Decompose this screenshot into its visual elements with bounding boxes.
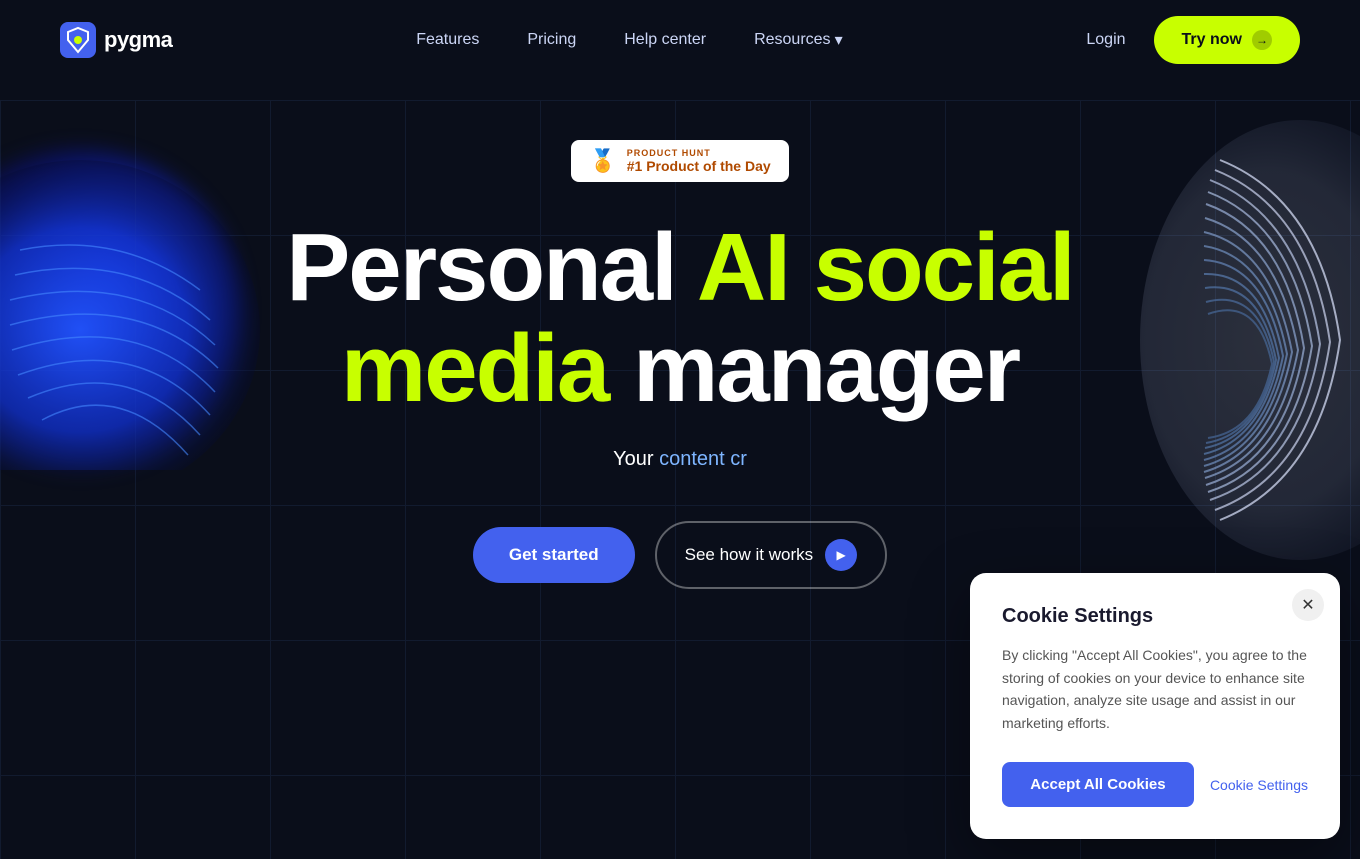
- hero-section: 🏅 PRODUCT HUNT #1 Product of the Day Per…: [0, 80, 1360, 589]
- logo[interactable]: pygma: [60, 22, 172, 58]
- headline-manager: manager: [633, 315, 1019, 422]
- cookie-settings-link[interactable]: Cookie Settings: [1210, 777, 1308, 793]
- nav-right: Login Try now →: [1086, 16, 1300, 64]
- sub-white: Your: [613, 448, 653, 470]
- ph-label: PRODUCT HUNT: [627, 148, 771, 158]
- nav-links: Features Pricing Help center Resources ▾: [416, 30, 842, 50]
- headline-line2: media manager: [286, 319, 1073, 420]
- try-now-button[interactable]: Try now →: [1154, 16, 1300, 64]
- hero-subtext: Your content cr: [613, 448, 747, 471]
- play-icon: ▶: [825, 539, 857, 571]
- arrow-right-icon: →: [1252, 30, 1272, 50]
- headline-ai-social: AI social: [697, 214, 1074, 321]
- cookie-modal: ✕ Cookie Settings By clicking "Accept Al…: [970, 573, 1340, 839]
- cookie-description: By clicking "Accept All Cookies", you ag…: [1002, 644, 1308, 734]
- nav-resources[interactable]: Resources ▾: [754, 30, 843, 50]
- headline-media: media: [341, 315, 608, 422]
- cta-row: Get started See how it works ▶: [473, 521, 887, 589]
- hero-headline: Personal AI social media manager: [286, 218, 1073, 420]
- product-hunt-badge: 🏅 PRODUCT HUNT #1 Product of the Day: [571, 140, 788, 182]
- chevron-down-icon: ▾: [835, 30, 843, 50]
- sub-highlight: content cr: [659, 448, 747, 470]
- get-started-button[interactable]: Get started: [473, 527, 635, 583]
- navbar: pygma Features Pricing Help center Resou…: [0, 0, 1360, 80]
- cookie-actions: Accept All Cookies Cookie Settings: [1002, 762, 1308, 807]
- headline-personal: Personal: [286, 214, 676, 321]
- pygma-logo-icon: [60, 22, 96, 58]
- cookie-close-button[interactable]: ✕: [1292, 589, 1324, 621]
- login-link[interactable]: Login: [1086, 31, 1125, 49]
- ph-text: PRODUCT HUNT #1 Product of the Day: [627, 148, 771, 174]
- logo-text: pygma: [104, 27, 172, 53]
- accept-all-cookies-button[interactable]: Accept All Cookies: [1002, 762, 1194, 807]
- cookie-title: Cookie Settings: [1002, 605, 1308, 628]
- nav-features[interactable]: Features: [416, 31, 479, 49]
- cookie-overlay: ✕ Cookie Settings By clicking "Accept Al…: [970, 573, 1340, 839]
- medal-icon: 🏅: [589, 148, 616, 174]
- headline-line1: Personal AI social: [286, 218, 1073, 319]
- ph-title: #1 Product of the Day: [627, 158, 771, 174]
- nav-help-center[interactable]: Help center: [624, 31, 706, 49]
- nav-pricing[interactable]: Pricing: [527, 31, 576, 49]
- see-how-button[interactable]: See how it works ▶: [655, 521, 888, 589]
